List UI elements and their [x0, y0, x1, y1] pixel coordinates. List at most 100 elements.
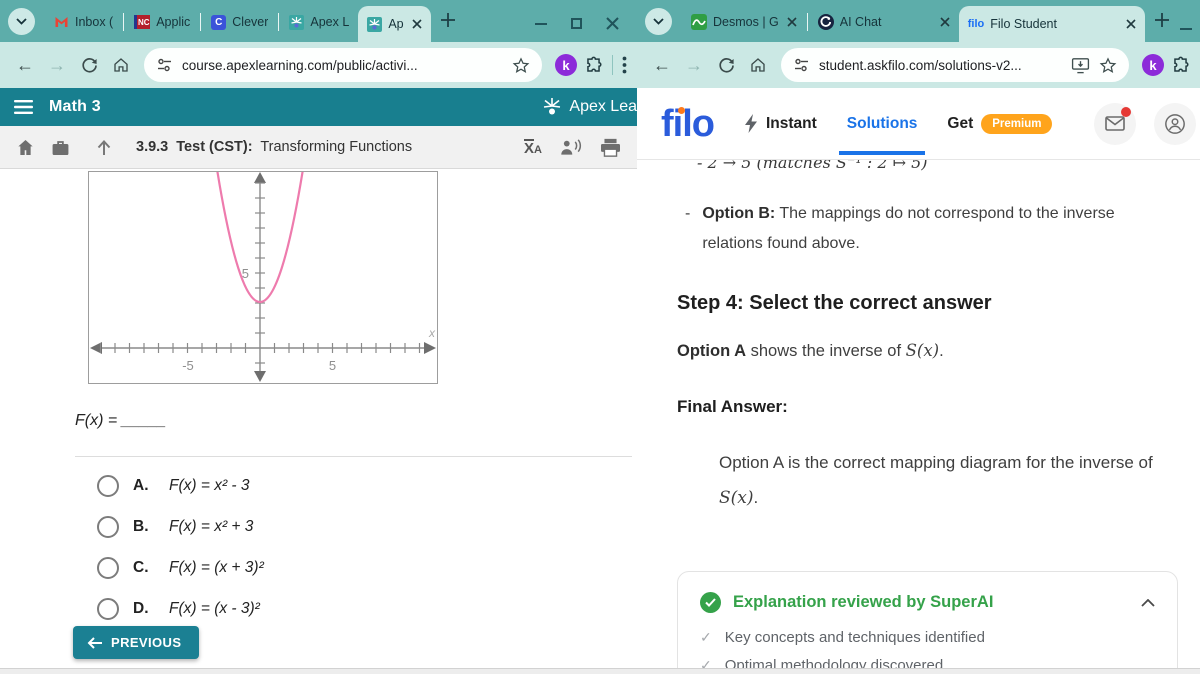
forward-button[interactable]: → [42, 50, 72, 80]
minimize-icon[interactable] [1180, 28, 1192, 30]
minimize-icon[interactable] [535, 22, 547, 25]
tab-search-button[interactable] [8, 8, 35, 35]
test-type: Test (CST): [176, 139, 253, 155]
question-prompt: F(x) = _____ [75, 412, 167, 429]
chevron-up-icon[interactable] [1141, 598, 1155, 607]
new-tab-button[interactable] [440, 13, 455, 32]
tab-clever[interactable]: C Clever [202, 2, 277, 42]
filo-nav: Instant Solutions Get Premium [744, 113, 1053, 155]
address-bar[interactable]: course.apexlearning.com/public/activi... [144, 48, 542, 82]
tune-icon [795, 58, 808, 72]
tab-apex[interactable]: Apex L [280, 2, 358, 42]
forward-button[interactable]: → [679, 50, 709, 80]
page-footer-strip [637, 668, 1200, 674]
option-b[interactable]: B. F(x) = x² + 3 [97, 515, 264, 539]
arrow-left-icon [87, 636, 102, 649]
bookmark-star-icon[interactable] [512, 56, 530, 74]
close-icon [940, 17, 950, 27]
option-b-bullet: - Option B: The mappings do not correspo… [685, 199, 1178, 260]
option-a[interactable]: A. F(x) = x² - 3 [97, 474, 264, 498]
radio-button[interactable] [97, 598, 119, 620]
reload-button[interactable] [711, 50, 741, 80]
option-a-line: Option A shows the inverse of S(x). [677, 341, 1178, 361]
nav-solutions[interactable]: Solutions [838, 114, 926, 155]
reload-button[interactable] [74, 50, 104, 80]
address-bar[interactable]: student.askfilo.com/solutions-v2... [781, 48, 1129, 82]
close-icon [412, 19, 422, 29]
home-button[interactable] [743, 50, 773, 80]
home-button[interactable] [106, 50, 136, 80]
back-button[interactable]: ← [10, 50, 40, 80]
bookmark-star-icon[interactable] [1099, 56, 1117, 74]
previous-button[interactable]: PREVIOUS [73, 626, 200, 659]
install-app-icon[interactable] [1071, 57, 1090, 74]
nav-get-premium[interactable]: Get Premium [947, 113, 1053, 134]
superai-review-card: Explanation reviewed by SuperAI ✓ Key co… [677, 571, 1178, 668]
close-window-icon[interactable] [606, 17, 619, 30]
home-icon[interactable] [16, 139, 35, 156]
close-icon [1126, 19, 1136, 29]
tab-search-button[interactable] [645, 8, 672, 35]
plus-icon [1154, 13, 1169, 27]
radio-button[interactable] [97, 475, 119, 497]
apex-icon [289, 14, 305, 30]
tab-close-button[interactable] [1126, 19, 1136, 29]
up-level-icon[interactable] [96, 139, 112, 156]
answer-text: Option A is the correct mapping diagram … [719, 452, 1153, 472]
kami-extension-icon[interactable]: k [1142, 54, 1164, 76]
x-tick-label-neg5: -5 [182, 358, 194, 373]
print-icon[interactable] [600, 138, 621, 157]
course-header: Math 3 Apex Lea [0, 88, 637, 126]
notification-dot [1121, 106, 1131, 117]
tab-label: Clever [232, 15, 269, 29]
review-title-row: Explanation reviewed by SuperAI [700, 592, 1155, 614]
tab-close-button[interactable] [940, 17, 950, 27]
tab-label: Ap [388, 17, 404, 31]
reload-icon [718, 57, 734, 73]
maximize-icon[interactable] [571, 18, 582, 29]
tab-apex-active[interactable]: Ap [358, 6, 431, 42]
tab-desmos[interactable]: Desmos | G [682, 2, 806, 42]
profile-button[interactable] [1154, 102, 1196, 145]
briefcase-icon[interactable] [51, 139, 70, 156]
option-d[interactable]: D. F(x) = (x - 3)² [97, 597, 264, 621]
answer-tail: . [753, 488, 759, 508]
extensions-icon[interactable] [584, 56, 603, 75]
x-tick-label-5: 5 [329, 358, 336, 373]
header-icons [1094, 102, 1196, 145]
tab-separator [278, 13, 280, 31]
nav-get-label: Get [947, 114, 974, 132]
nav-instant-label: Instant [765, 114, 817, 132]
chevron-down-icon [16, 18, 27, 25]
tab-label: Desmos | G [713, 15, 779, 29]
filo-logo[interactable]: filo [661, 105, 715, 143]
tab-nc-application[interactable]: NC Applic [125, 2, 199, 42]
kami-extension-icon[interactable]: k [555, 54, 577, 76]
course-menu-icon[interactable] [14, 100, 33, 114]
mail-icon [1105, 116, 1125, 131]
tab-close-button[interactable] [412, 19, 422, 29]
nav-instant[interactable]: Instant [744, 114, 817, 133]
option-letter: A. [133, 477, 149, 494]
final-answer-text: Option A is the correct mapping diagram … [719, 445, 1178, 517]
read-aloud-icon[interactable] [560, 138, 582, 156]
new-tab-button[interactable] [1154, 13, 1169, 32]
translate-icon[interactable]: XA [524, 138, 542, 156]
tab-filo-active[interactable]: filo Filo Student [958, 6, 1145, 42]
menu-icon[interactable] [622, 56, 627, 74]
bullet-bold: Option B: [702, 205, 776, 222]
option-c[interactable]: C. F(x) = (x + 3)² [97, 556, 264, 580]
extensions-icon[interactable] [1171, 56, 1190, 75]
radio-button[interactable] [97, 557, 119, 579]
test-bar-icons: XA [524, 138, 621, 157]
tab-inbox[interactable]: Inbox ( [45, 2, 122, 42]
back-button[interactable]: ← [647, 50, 677, 80]
tab-label: Applic [156, 15, 191, 29]
radio-button[interactable] [97, 516, 119, 538]
url-text: course.apexlearning.com/public/activi... [182, 57, 418, 73]
tab-close-button[interactable] [787, 17, 797, 27]
tab-ai-chat[interactable]: AI Chat [809, 2, 959, 42]
divider [75, 456, 632, 457]
inbox-button[interactable] [1094, 102, 1136, 145]
nav-solutions-label: Solutions [846, 114, 918, 132]
